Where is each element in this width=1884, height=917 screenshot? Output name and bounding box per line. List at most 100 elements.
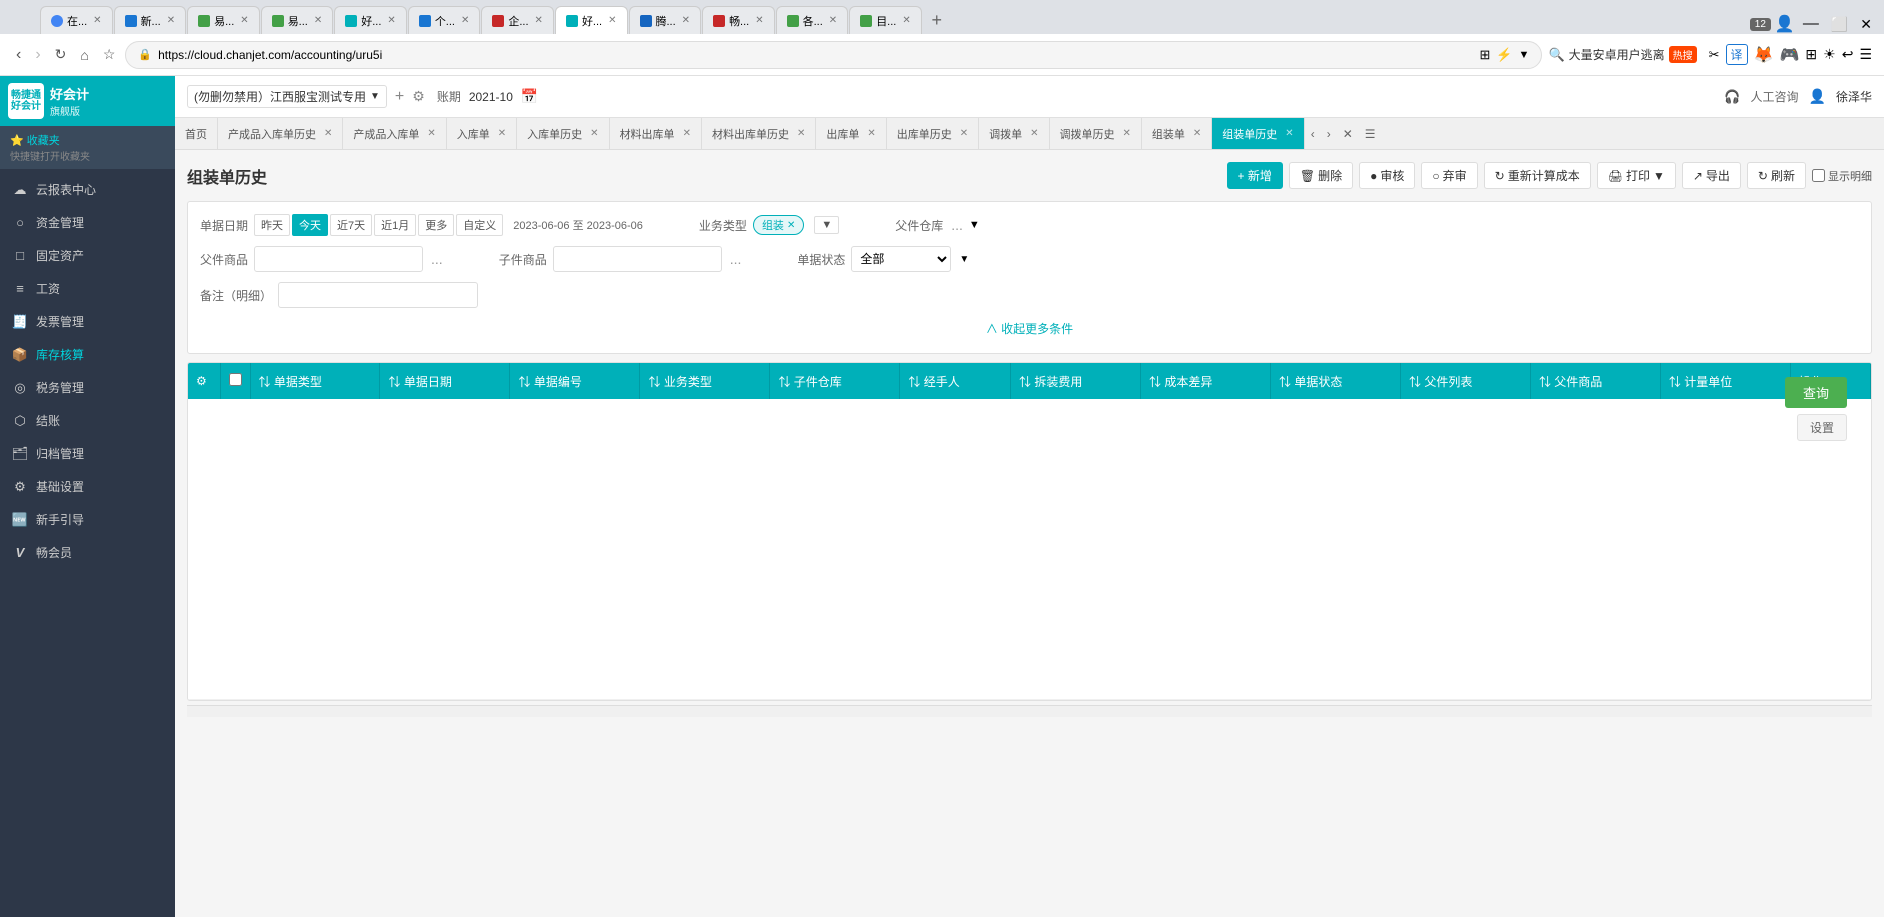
sidebar-item-invoice[interactable]: 🧾 发票管理 xyxy=(0,305,175,338)
bill-status-select[interactable]: 全部 xyxy=(851,246,951,272)
export-button[interactable]: ↗ 导出 xyxy=(1682,162,1741,189)
tab-close-icon[interactable]: ✕ xyxy=(498,128,506,139)
tab-close[interactable]: ✕ xyxy=(387,15,395,26)
browser-tab-2[interactable]: 新... ✕ xyxy=(114,6,187,34)
app-tab-transfer[interactable]: 调拨单 ✕ xyxy=(979,118,1049,150)
close-button[interactable]: ✕ xyxy=(1856,16,1876,33)
child-goods-dots[interactable]: ... xyxy=(730,251,742,267)
th-bill-status[interactable]: ⇅ 单据状态 xyxy=(1270,363,1400,399)
undo-icon[interactable]: ↩ xyxy=(1842,46,1854,63)
browser-tab-5[interactable]: 好... ✕ xyxy=(334,6,407,34)
tab-close[interactable]: ✕ xyxy=(902,15,910,26)
app-tab-in[interactable]: 入库单 ✕ xyxy=(447,118,517,150)
tab-close-icon[interactable]: ✕ xyxy=(590,128,598,139)
date-btn-7days[interactable]: 近7天 xyxy=(330,214,372,236)
tab-close-icon[interactable]: ✕ xyxy=(1193,128,1201,139)
new-tab-button[interactable]: + xyxy=(923,6,951,34)
parent-warehouse-dropdown[interactable]: ▼ xyxy=(969,219,980,231)
tab-close[interactable]: ✕ xyxy=(682,15,690,26)
print-button[interactable]: 🖨 打印 ▼ xyxy=(1597,162,1676,189)
dropdown-icon[interactable]: ▼ xyxy=(1519,49,1530,61)
display-detail-label[interactable]: 显示明细 xyxy=(1812,168,1872,184)
app-tab-mat-out[interactable]: 材料出库单 ✕ xyxy=(610,118,702,150)
forward-button[interactable]: › xyxy=(31,46,44,64)
sidebar-item-inventory[interactable]: 📦 库存核算 xyxy=(0,338,175,371)
profile-icon[interactable]: 👤 xyxy=(1775,14,1795,34)
app-tab-out[interactable]: 出库单 ✕ xyxy=(816,118,886,150)
tab-close[interactable]: ✕ xyxy=(535,15,543,26)
date-btn-custom[interactable]: 自定义 xyxy=(456,214,503,236)
tab-close[interactable]: ✕ xyxy=(240,15,248,26)
th-child-warehouse[interactable]: ⇅ 子件仓库 xyxy=(770,363,900,399)
translate-icon[interactable]: 译 xyxy=(1726,44,1748,65)
tab-nav-next[interactable]: › xyxy=(1321,118,1337,150)
abandon-button[interactable]: ○ 弃审 xyxy=(1421,162,1477,189)
sidebar-item-archive[interactable]: 🗂 归档管理 xyxy=(0,437,175,470)
tab-close-icon[interactable]: ✕ xyxy=(1123,128,1131,139)
browser-tab-12[interactable]: 目... ✕ xyxy=(849,6,922,34)
th-bill-no[interactable]: ⇅ 单据编号 xyxy=(510,363,640,399)
th-cost-diff[interactable]: ⇅ 成本差异 xyxy=(1140,363,1270,399)
date-btn-more[interactable]: 更多 xyxy=(418,214,454,236)
app-tab-prod-in-hist[interactable]: 产成品入库单历史 ✕ xyxy=(218,118,343,150)
sidebar-item-checkout[interactable]: ⬡ 结账 xyxy=(0,404,175,437)
sidebar-item-member[interactable]: V 畅会员 xyxy=(0,536,175,569)
settings-button[interactable]: 设置 xyxy=(1797,414,1847,441)
tab-close-icon[interactable]: ✕ xyxy=(960,128,968,139)
reload-button[interactable]: ↻ xyxy=(51,46,71,63)
lightning-icon[interactable]: ⚡ xyxy=(1496,47,1512,63)
th-unit[interactable]: ⇅ 计量单位 xyxy=(1660,363,1790,399)
maximize-button[interactable]: ⬜ xyxy=(1827,16,1852,33)
tab-close-all[interactable]: ✕ xyxy=(1337,118,1359,150)
app-tab-transfer-hist[interactable]: 调拨单历史 ✕ xyxy=(1050,118,1142,150)
app-tab-home[interactable]: 首页 xyxy=(175,118,218,150)
th-disassemble-fee[interactable]: ⇅ 拆装费用 xyxy=(1011,363,1141,399)
browser-tab-6[interactable]: 个... ✕ xyxy=(408,6,481,34)
child-goods-input[interactable] xyxy=(553,246,722,272)
delete-button[interactable]: 🗑 删除 xyxy=(1289,162,1353,189)
browser-tab-3[interactable]: 易... ✕ xyxy=(187,6,260,34)
minimize-button[interactable]: — xyxy=(1799,15,1823,33)
app-tab-assembly[interactable]: 组装单 ✕ xyxy=(1142,118,1212,150)
tab-nav-prev[interactable]: ‹ xyxy=(1305,118,1321,150)
th-bill-date[interactable]: ⇅ 单据日期 xyxy=(380,363,510,399)
tab-close[interactable]: ✕ xyxy=(829,15,837,26)
tab-close[interactable]: ✕ xyxy=(755,15,763,26)
audit-button[interactable]: ● 审核 xyxy=(1359,162,1415,189)
biz-type-tag-remove[interactable]: ✕ xyxy=(787,220,795,231)
sidebar-item-payroll[interactable]: ≡ 工资 xyxy=(0,272,175,305)
tab-close[interactable]: ✕ xyxy=(93,15,101,26)
tab-close[interactable]: ✕ xyxy=(167,15,175,26)
game-icon[interactable]: 🎮 xyxy=(1779,45,1799,65)
browser-tab-4[interactable]: 易... ✕ xyxy=(261,6,334,34)
sidebar-item-fixed-assets[interactable]: □ 固定资产 xyxy=(0,239,175,272)
parent-warehouse-dots[interactable]: ... xyxy=(951,217,963,233)
select-all-checkbox[interactable] xyxy=(229,373,242,386)
date-btn-yesterday[interactable]: 昨天 xyxy=(254,214,290,236)
bookmark-button[interactable]: ☆ xyxy=(99,46,120,63)
tab-close[interactable]: ✕ xyxy=(608,15,616,26)
sidebar-item-guide[interactable]: 🆕 新手引导 xyxy=(0,503,175,536)
menu-icon[interactable]: ☰ xyxy=(1859,46,1872,63)
tab-close-icon[interactable]: ✕ xyxy=(797,128,805,139)
app-tab-assembly-hist[interactable]: 组装单历史 ✕ xyxy=(1212,118,1304,150)
parent-goods-dots[interactable]: ... xyxy=(431,251,443,267)
parent-goods-input[interactable] xyxy=(254,246,423,272)
qr-icon[interactable]: ⊞ xyxy=(1479,47,1490,63)
grid-icon[interactable]: ⊞ xyxy=(1805,46,1817,63)
brightness-icon[interactable]: ☀ xyxy=(1823,46,1836,63)
th-parent-goods[interactable]: ⇅ 父件商品 xyxy=(1530,363,1660,399)
service-text[interactable]: 人工咨询 xyxy=(1751,88,1799,105)
tab-close-icon[interactable]: ✕ xyxy=(427,128,435,139)
th-biz-type[interactable]: ⇅ 业务类型 xyxy=(640,363,770,399)
th-settings[interactable]: ⚙ xyxy=(188,363,220,399)
browser-tab-8-active[interactable]: 好... ✕ xyxy=(555,6,628,34)
tab-close-icon[interactable]: ✕ xyxy=(1285,128,1293,139)
gear-button[interactable]: ⚙ xyxy=(412,88,425,105)
app-tab-prod-in[interactable]: 产成品入库单 ✕ xyxy=(343,118,446,150)
tab-close-icon[interactable]: ✕ xyxy=(1030,128,1038,139)
back-button[interactable]: ‹ xyxy=(12,46,25,64)
emoji-icon[interactable]: 🦊 xyxy=(1754,45,1774,65)
date-btn-1month[interactable]: 近1月 xyxy=(374,214,416,236)
browser-tab-7[interactable]: 企... ✕ xyxy=(481,6,554,34)
